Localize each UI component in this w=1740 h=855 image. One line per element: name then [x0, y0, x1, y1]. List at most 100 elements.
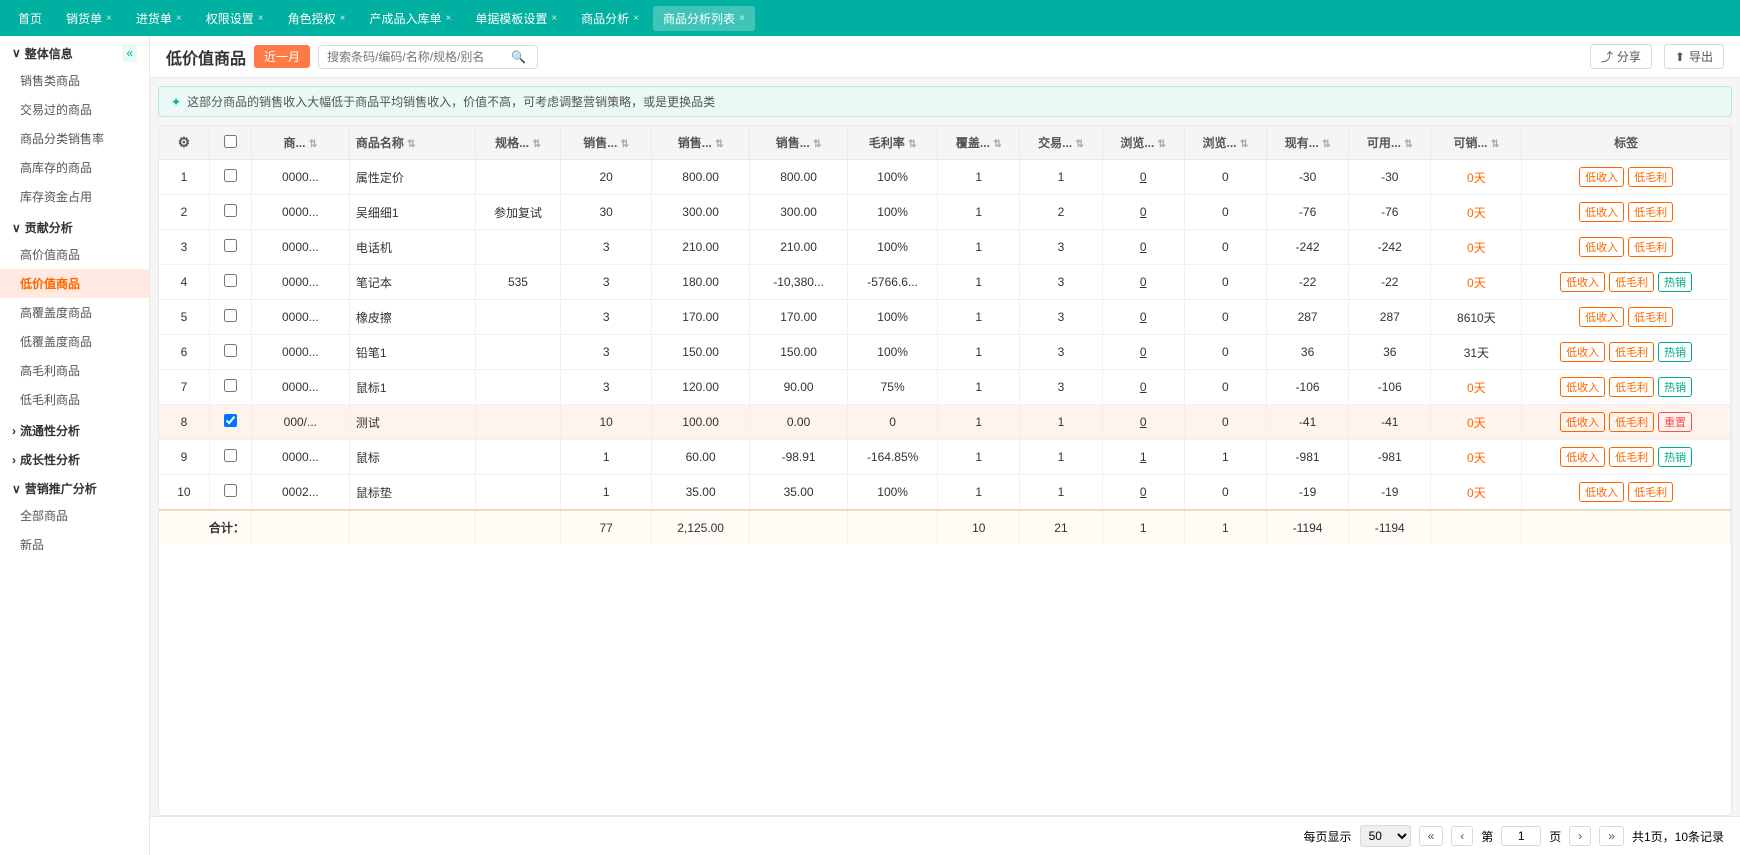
th-coverage[interactable]: 覆盖... ⇅ — [938, 126, 1020, 160]
th-margin[interactable]: 毛利率 ⇅ — [848, 126, 938, 160]
nav-goods-analysis-list[interactable]: 商品分析列表 × — [653, 6, 755, 31]
close-icon[interactable]: × — [445, 13, 451, 24]
close-icon[interactable]: × — [551, 13, 557, 24]
sidebar-item-sales-goods[interactable]: 销售类商品 — [0, 66, 149, 95]
th-browse2[interactable]: 浏览... ⇅ — [1184, 126, 1266, 160]
sidebar-item-low-value[interactable]: 低价值商品 — [0, 269, 149, 298]
row-checkbox[interactable] — [224, 309, 237, 322]
nav-permissions[interactable]: 权限设置 × — [196, 6, 274, 31]
row-browse1[interactable]: 0 — [1102, 265, 1184, 300]
row-browse1[interactable]: 0 — [1102, 160, 1184, 195]
tag[interactable]: 低毛利 — [1628, 482, 1673, 502]
sidebar-item-high-value[interactable]: 高价值商品 — [0, 240, 149, 269]
sidebar-group-circulation[interactable]: › 流通性分析 — [0, 414, 149, 443]
row-checkbox[interactable] — [224, 379, 237, 392]
next-page-button[interactable]: › — [1569, 826, 1591, 846]
row-checkbox-cell[interactable] — [209, 265, 251, 300]
tag[interactable]: 低收入 — [1560, 272, 1605, 292]
first-page-button[interactable]: « — [1419, 826, 1444, 846]
close-icon[interactable]: × — [258, 13, 264, 24]
tag[interactable]: 低收入 — [1560, 377, 1605, 397]
nav-purchase-order[interactable]: 进货单 × — [126, 6, 192, 31]
nav-goods-analysis[interactable]: 商品分析 × — [571, 6, 649, 31]
row-browse1[interactable]: 0 — [1102, 195, 1184, 230]
nav-role-auth[interactable]: 角色授权 × — [278, 6, 356, 31]
nav-production[interactable]: 产成品入库单 × — [359, 6, 461, 31]
row-browse1[interactable]: 0 — [1102, 335, 1184, 370]
close-icon[interactable]: × — [739, 13, 745, 24]
th-browse1[interactable]: 浏览... ⇅ — [1102, 126, 1184, 160]
tag[interactable]: 低毛利 — [1609, 272, 1654, 292]
th-checkbox[interactable] — [209, 126, 251, 160]
search-icon[interactable]: 🔍 — [511, 50, 526, 64]
sidebar-item-category-sales[interactable]: 商品分类销售率 — [0, 124, 149, 153]
th-sale-price[interactable]: 销售... ⇅ — [652, 126, 750, 160]
tag[interactable]: 热销 — [1658, 447, 1692, 467]
th-settings[interactable]: ⚙ — [159, 126, 209, 160]
row-checkbox[interactable] — [224, 344, 237, 357]
row-browse1[interactable]: 1 — [1102, 440, 1184, 475]
tag[interactable]: 低毛利 — [1628, 307, 1673, 327]
sidebar-group-overall[interactable]: ∨ 整体信息 « — [0, 36, 149, 66]
row-browse1[interactable]: 0 — [1102, 230, 1184, 265]
sidebar-item-inventory-capital[interactable]: 库存资金占用 — [0, 182, 149, 211]
sidebar-collapse-button[interactable]: « — [122, 44, 137, 62]
tag[interactable]: 低毛利 — [1609, 377, 1654, 397]
row-checkbox-cell[interactable] — [209, 300, 251, 335]
last-page-button[interactable]: » — [1599, 826, 1624, 846]
sidebar-item-all-goods[interactable]: 全部商品 — [0, 501, 149, 530]
tag[interactable]: 热销 — [1658, 272, 1692, 292]
sidebar-item-high-margin[interactable]: 高毛利商品 — [0, 356, 149, 385]
tag[interactable]: 低毛利 — [1628, 167, 1673, 187]
sidebar-item-new-goods[interactable]: 新品 — [0, 530, 149, 559]
nav-home[interactable]: 首页 — [8, 6, 52, 31]
tag[interactable]: 热销 — [1658, 377, 1692, 397]
row-checkbox[interactable] — [224, 169, 237, 182]
row-checkbox-cell[interactable] — [209, 405, 251, 440]
sidebar-group-marketing[interactable]: ∨ 营销推广分析 — [0, 472, 149, 501]
sidebar-group-contribution[interactable]: ∨ 贡献分析 — [0, 211, 149, 240]
row-checkbox-cell[interactable] — [209, 475, 251, 511]
tag[interactable]: 低收入 — [1579, 237, 1624, 257]
sidebar-group-growth[interactable]: › 成长性分析 — [0, 443, 149, 472]
th-sale-qty[interactable]: 销售... ⇅ — [561, 126, 652, 160]
tag[interactable]: 低收入 — [1579, 307, 1624, 327]
tag[interactable]: 低毛利 — [1609, 447, 1654, 467]
sidebar-item-high-inventory[interactable]: 高库存的商品 — [0, 153, 149, 182]
close-icon[interactable]: × — [633, 13, 639, 24]
row-checkbox[interactable] — [224, 204, 237, 217]
th-available[interactable]: 可用... ⇅ — [1349, 126, 1431, 160]
row-browse1[interactable]: 0 — [1102, 370, 1184, 405]
sidebar-item-low-coverage[interactable]: 低覆盖度商品 — [0, 327, 149, 356]
tag[interactable]: 低收入 — [1579, 482, 1624, 502]
tag[interactable]: 低毛利 — [1628, 202, 1673, 222]
tag[interactable]: 低毛利 — [1628, 237, 1673, 257]
select-all-checkbox[interactable] — [224, 135, 237, 148]
per-page-select[interactable]: 50 100 200 — [1360, 825, 1411, 847]
th-sale-amount[interactable]: 销售... ⇅ — [750, 126, 848, 160]
sidebar-item-high-coverage[interactable]: 高覆盖度商品 — [0, 298, 149, 327]
tag[interactable]: 低收入 — [1560, 447, 1605, 467]
th-sellable[interactable]: 可销... ⇅ — [1431, 126, 1522, 160]
tag[interactable]: 低收入 — [1579, 202, 1624, 222]
filter-button[interactable]: 近一月 — [254, 45, 310, 68]
row-browse1[interactable]: 0 — [1102, 475, 1184, 511]
close-icon[interactable]: × — [106, 13, 112, 24]
row-checkbox-cell[interactable] — [209, 195, 251, 230]
tag[interactable]: 热销 — [1658, 342, 1692, 362]
row-checkbox[interactable] — [224, 414, 237, 427]
settings-icon[interactable]: ⚙ — [178, 134, 191, 150]
row-browse1[interactable]: 0 — [1102, 405, 1184, 440]
tag[interactable]: 重置 — [1658, 412, 1692, 432]
th-name[interactable]: 商品名称 ⇅ — [349, 126, 475, 160]
th-stock[interactable]: 现有... ⇅ — [1266, 126, 1348, 160]
row-checkbox-cell[interactable] — [209, 160, 251, 195]
row-checkbox-cell[interactable] — [209, 230, 251, 265]
close-icon[interactable]: × — [340, 13, 346, 24]
row-checkbox[interactable] — [224, 449, 237, 462]
export-button[interactable]: ⬆ 导出 — [1664, 44, 1724, 69]
tag[interactable]: 低收入 — [1560, 342, 1605, 362]
search-input[interactable] — [327, 50, 507, 64]
nav-sales-order[interactable]: 销货单 × — [56, 6, 122, 31]
close-icon[interactable]: × — [176, 13, 182, 24]
